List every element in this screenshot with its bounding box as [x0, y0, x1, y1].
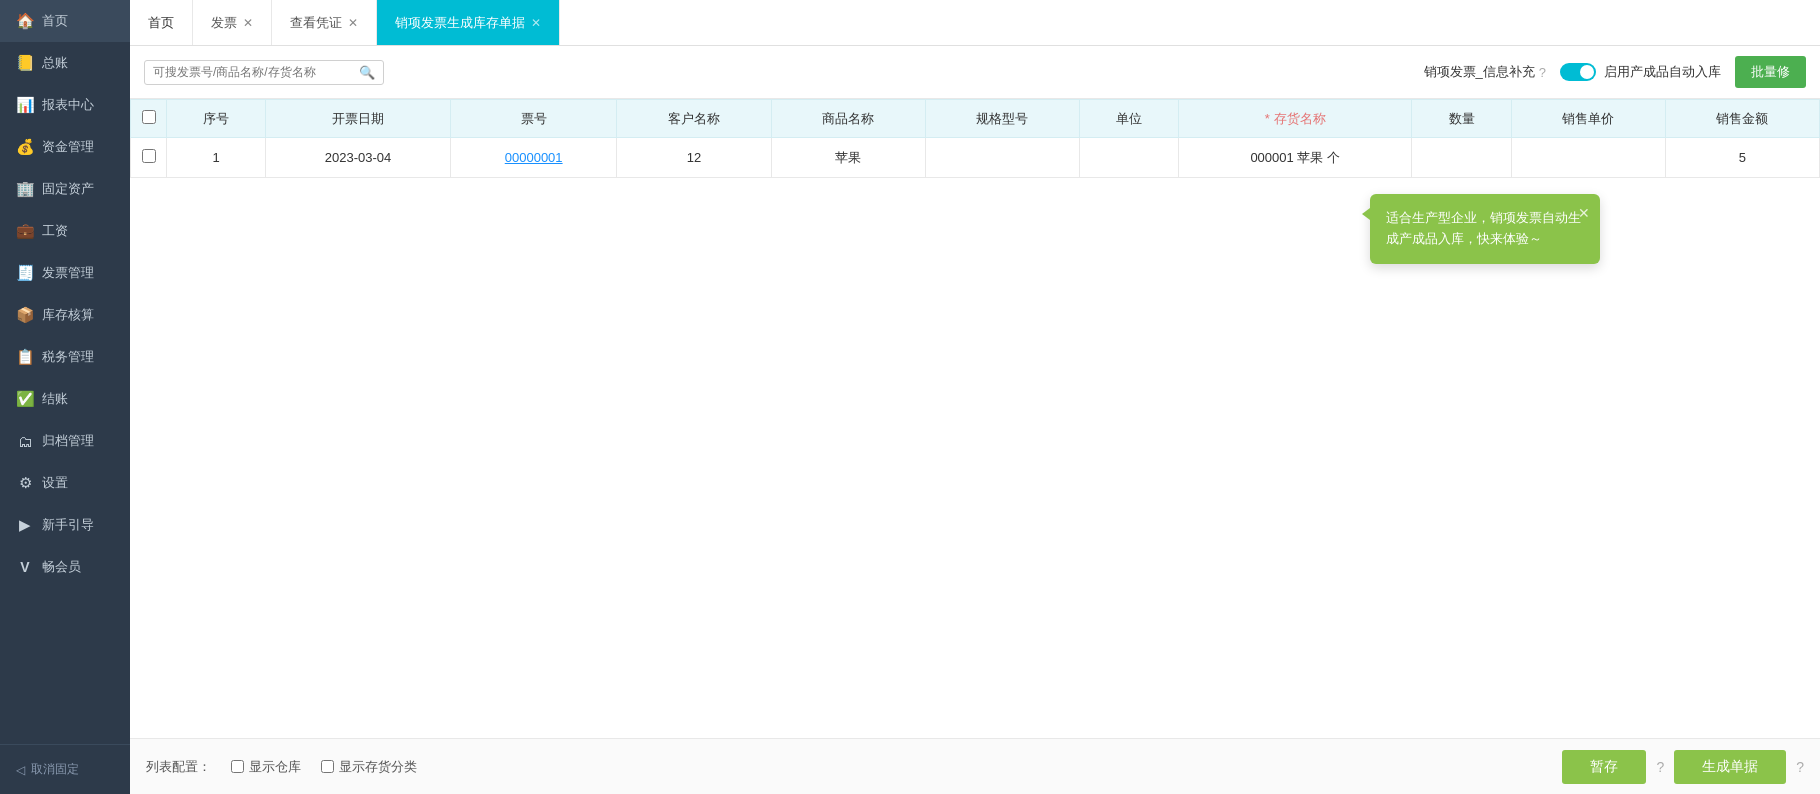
th-unit-price: 销售单价 — [1511, 100, 1665, 138]
sidebar-item-invoice-mgmt[interactable]: 🧾 发票管理 — [0, 252, 130, 294]
sidebar-bottom: ◁ 取消固定 — [0, 744, 130, 794]
guide-icon: ▶ — [16, 516, 34, 534]
sidebar-item-settings[interactable]: ⚙ 设置 — [0, 462, 130, 504]
sidebar-item-payroll[interactable]: 💼 工资 — [0, 210, 130, 252]
bottom-actions: 暂存 ? 生成单据 ? — [1562, 750, 1804, 784]
tab-invoice-close[interactable]: ✕ — [243, 16, 253, 30]
td-inventory: 000001 苹果 个 — [1178, 138, 1412, 178]
save-help-icon[interactable]: ? — [1656, 759, 1664, 775]
sidebar-item-closing[interactable]: ✅ 结账 — [0, 378, 130, 420]
sidebar-item-vip[interactable]: V 畅会员 — [0, 546, 130, 588]
funds-icon: 💰 — [16, 138, 34, 156]
th-checkbox — [131, 100, 167, 138]
main-area: 首页 发票 ✕ 查看凭证 ✕ 销项发票生成库存单据 ✕ 🔍 销项发票_信息补充 … — [130, 0, 1820, 794]
th-qty: 数量 — [1412, 100, 1511, 138]
page-content: 🔍 销项发票_信息补充 ? 启用产成品自动入库 批量修 — [130, 46, 1820, 794]
td-amount: 5 — [1665, 138, 1819, 178]
show-warehouse-checkbox[interactable]: 显示仓库 — [231, 758, 301, 776]
select-all-checkbox[interactable] — [142, 110, 156, 124]
toggle-wrap: 启用产成品自动入库 — [1560, 63, 1721, 81]
inventory-icon: 📦 — [16, 306, 34, 324]
archive-icon: 🗂 — [16, 433, 34, 450]
table-row: 1 2023-03-04 00000001 12 苹果 000001 苹果 个 … — [131, 138, 1820, 178]
bottom-bar: 列表配置： 显示仓库 显示存货分类 暂存 ? 生成单据 ? — [130, 738, 1820, 794]
generate-button[interactable]: 生成单据 — [1674, 750, 1786, 784]
tab-invoice[interactable]: 发票 ✕ — [193, 0, 272, 45]
search-box[interactable]: 🔍 — [144, 60, 384, 85]
th-seq: 序号 — [167, 100, 266, 138]
sidebar-pin-button[interactable]: ◁ 取消固定 — [0, 753, 130, 786]
auto-warehouse-toggle[interactable] — [1560, 63, 1596, 81]
tab-voucher-close[interactable]: ✕ — [348, 16, 358, 30]
td-qty — [1412, 138, 1511, 178]
th-amount: 销售金额 — [1665, 100, 1819, 138]
th-unit: 单位 — [1079, 100, 1178, 138]
sidebar-item-home[interactable]: 🏠 首页 — [0, 0, 130, 42]
td-spec — [925, 138, 1079, 178]
th-inventory: * 存货名称 — [1178, 100, 1412, 138]
th-date: 开票日期 — [266, 100, 451, 138]
toolbar-right: 销项发票_信息补充 ? 启用产成品自动入库 批量修 — [1424, 56, 1806, 88]
row-checkbox-1[interactable] — [142, 149, 156, 163]
info-label: 销项发票_信息补充 ? — [1424, 63, 1546, 81]
toggle-label: 启用产成品自动入库 — [1604, 63, 1721, 81]
th-ticket: 票号 — [450, 100, 616, 138]
tab-voucher[interactable]: 查看凭证 ✕ — [272, 0, 377, 45]
save-button[interactable]: 暂存 — [1562, 750, 1646, 784]
sidebar-item-reports[interactable]: 📊 报表中心 — [0, 84, 130, 126]
show-warehouse-input[interactable] — [231, 760, 244, 773]
td-unit — [1079, 138, 1178, 178]
sidebar-item-archive[interactable]: 🗂 归档管理 — [0, 420, 130, 462]
td-ticket[interactable]: 00000001 — [450, 138, 616, 178]
th-spec: 规格型号 — [925, 100, 1079, 138]
th-customer: 客户名称 — [617, 100, 771, 138]
settings-icon: ⚙ — [16, 474, 34, 492]
td-checkbox — [131, 138, 167, 178]
table-wrap: 序号 开票日期 票号 客户名称 商品名称 规格型号 单位 * 存货名称 数量 销… — [130, 99, 1820, 738]
vip-icon: V — [16, 559, 34, 575]
show-category-input[interactable] — [321, 760, 334, 773]
search-icon[interactable]: 🔍 — [359, 65, 375, 80]
tab-bar: 首页 发票 ✕ 查看凭证 ✕ 销项发票生成库存单据 ✕ — [130, 0, 1820, 46]
config-label: 列表配置： — [146, 758, 211, 776]
tab-home[interactable]: 首页 — [130, 0, 193, 45]
fixed-assets-icon: 🏢 — [16, 180, 34, 198]
main-table: 序号 开票日期 票号 客户名称 商品名称 规格型号 单位 * 存货名称 数量 销… — [130, 99, 1820, 178]
batch-edit-button[interactable]: 批量修 — [1735, 56, 1806, 88]
tab-active[interactable]: 销项发票生成库存单据 ✕ — [377, 0, 560, 45]
td-product: 苹果 — [771, 138, 925, 178]
home-icon: 🏠 — [16, 12, 34, 30]
ledger-icon: 📒 — [16, 54, 34, 72]
toolbar: 🔍 销项发票_信息补充 ? 启用产成品自动入库 批量修 — [130, 46, 1820, 99]
search-input[interactable] — [153, 65, 355, 79]
td-customer: 12 — [617, 138, 771, 178]
generate-help-icon[interactable]: ? — [1796, 759, 1804, 775]
tab-active-close[interactable]: ✕ — [531, 16, 541, 30]
th-product: 商品名称 — [771, 100, 925, 138]
show-category-checkbox[interactable]: 显示存货分类 — [321, 758, 417, 776]
sidebar-item-funds[interactable]: 💰 资金管理 — [0, 126, 130, 168]
tooltip-close-button[interactable]: ✕ — [1578, 202, 1590, 224]
td-unit-price — [1511, 138, 1665, 178]
sidebar-item-fixed-assets[interactable]: 🏢 固定资产 — [0, 168, 130, 210]
tooltip-box: ✕ 适合生产型企业，销项发票自动生成产成品入库，快来体验～ — [1370, 194, 1600, 264]
info-help-icon[interactable]: ? — [1539, 65, 1546, 80]
sidebar-item-guide[interactable]: ▶ 新手引导 — [0, 504, 130, 546]
pin-icon: ◁ — [16, 763, 25, 777]
td-date: 2023-03-04 — [266, 138, 451, 178]
table-header-row: 序号 开票日期 票号 客户名称 商品名称 规格型号 单位 * 存货名称 数量 销… — [131, 100, 1820, 138]
tax-icon: 📋 — [16, 348, 34, 366]
reports-icon: 📊 — [16, 96, 34, 114]
invoice-mgmt-icon: 🧾 — [16, 264, 34, 282]
sidebar-item-tax[interactable]: 📋 税务管理 — [0, 336, 130, 378]
closing-icon: ✅ — [16, 390, 34, 408]
sidebar: 🏠 首页 📒 总账 📊 报表中心 💰 资金管理 🏢 固定资产 💼 工资 🧾 发票… — [0, 0, 130, 794]
sidebar-item-inventory[interactable]: 📦 库存核算 — [0, 294, 130, 336]
sidebar-item-ledger[interactable]: 📒 总账 — [0, 42, 130, 84]
td-seq: 1 — [167, 138, 266, 178]
payroll-icon: 💼 — [16, 222, 34, 240]
